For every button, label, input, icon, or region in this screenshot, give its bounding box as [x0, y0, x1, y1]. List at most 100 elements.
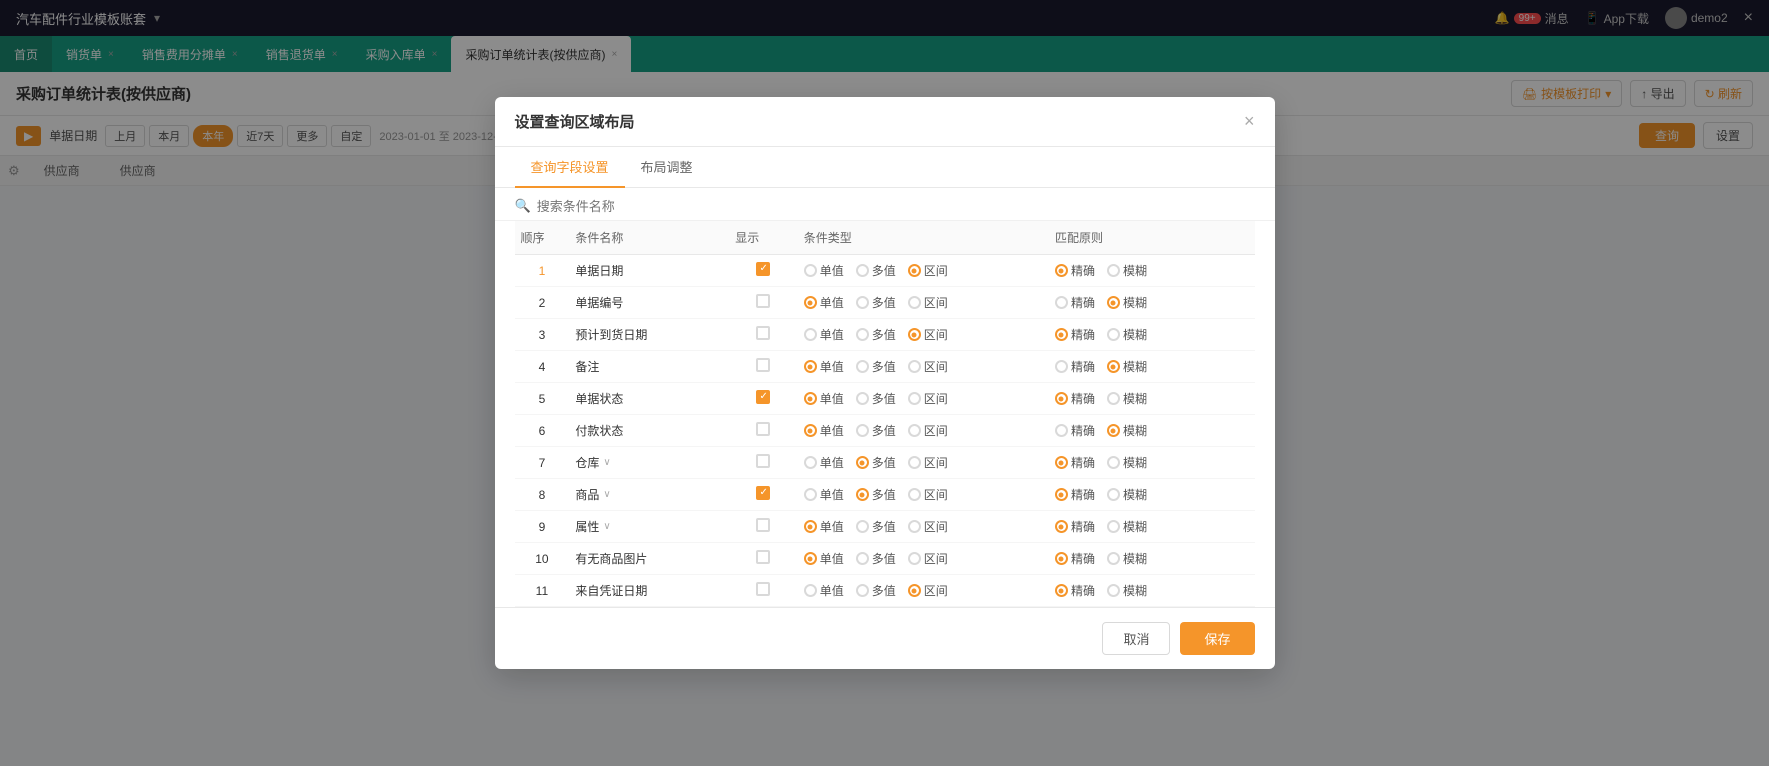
- type-radio-单值[interactable]: 单值: [804, 326, 844, 343]
- display-checkbox[interactable]: [756, 454, 770, 468]
- match-radio-精确[interactable]: 精确: [1055, 518, 1095, 535]
- type-radio-区间[interactable]: 区间: [908, 454, 948, 471]
- type-radio-单值[interactable]: 单值: [804, 262, 844, 279]
- type-radio-多值[interactable]: 多值: [856, 262, 896, 279]
- type-radio-单值[interactable]: 单值: [804, 582, 844, 599]
- type-radio-单值[interactable]: 单值: [804, 550, 844, 567]
- match-radio-精确[interactable]: 精确: [1055, 262, 1095, 279]
- match-radio-模糊[interactable]: 模糊: [1107, 422, 1147, 439]
- type-radio-区间[interactable]: 区间: [908, 422, 948, 439]
- display-checkbox[interactable]: [756, 390, 770, 404]
- type-radio-区间[interactable]: 区间: [908, 582, 948, 599]
- match-radio-精确[interactable]: 精确: [1055, 326, 1095, 343]
- match-radio-模糊[interactable]: 模糊: [1107, 486, 1147, 503]
- row-name: 属性∨: [569, 511, 729, 543]
- display-checkbox[interactable]: [756, 326, 770, 340]
- radio-indicator: [1107, 456, 1120, 469]
- row-order: 7: [515, 447, 570, 479]
- match-radio-精确[interactable]: 精确: [1055, 294, 1095, 311]
- row-match: 精确模糊: [1049, 543, 1255, 575]
- match-radio-模糊[interactable]: 模糊: [1107, 262, 1147, 279]
- match-radio-模糊[interactable]: 模糊: [1107, 550, 1147, 567]
- match-radio-模糊[interactable]: 模糊: [1107, 518, 1147, 535]
- type-radio-单值[interactable]: 单值: [804, 486, 844, 503]
- tab-layout[interactable]: 布局调整: [625, 147, 709, 188]
- type-radio-区间[interactable]: 区间: [908, 390, 948, 407]
- type-radio-单值[interactable]: 单值: [804, 422, 844, 439]
- type-radio-单值[interactable]: 单值: [804, 518, 844, 535]
- match-radio-模糊[interactable]: 模糊: [1107, 294, 1147, 311]
- radio-indicator: [1055, 552, 1068, 565]
- modal-footer: 取消 保存: [495, 607, 1275, 669]
- modal-close-button[interactable]: ×: [1244, 111, 1255, 132]
- type-radio-区间[interactable]: 区间: [908, 326, 948, 343]
- match-radio-精确[interactable]: 精确: [1055, 422, 1095, 439]
- match-radio-模糊[interactable]: 模糊: [1107, 358, 1147, 375]
- radio-indicator: [856, 424, 869, 437]
- type-radio-多值[interactable]: 多值: [856, 294, 896, 311]
- display-checkbox[interactable]: [756, 550, 770, 564]
- table-row: 3预计到货日期单值多值区间精确模糊: [515, 319, 1255, 351]
- row-display: [729, 255, 798, 287]
- display-checkbox[interactable]: [756, 518, 770, 532]
- type-radio-多值[interactable]: 多值: [856, 454, 896, 471]
- type-radio-区间[interactable]: 区间: [908, 294, 948, 311]
- match-radio-精确[interactable]: 精确: [1055, 390, 1095, 407]
- display-checkbox[interactable]: [756, 422, 770, 436]
- chevron-down-icon[interactable]: ∨: [603, 457, 610, 468]
- type-radio-多值[interactable]: 多值: [856, 326, 896, 343]
- match-radio-精确[interactable]: 精确: [1055, 486, 1095, 503]
- radio-indicator: [856, 296, 869, 309]
- type-radio-多值[interactable]: 多值: [856, 390, 896, 407]
- radio-indicator: [1055, 360, 1068, 373]
- type-radio-区间[interactable]: 区间: [908, 550, 948, 567]
- conditions-table-wrap: 顺序 条件名称 显示 条件类型 匹配原则 1单据日期单值多值区间精确模糊2单据编…: [495, 221, 1275, 607]
- match-radio-精确[interactable]: 精确: [1055, 582, 1095, 599]
- type-radio-区间[interactable]: 区间: [908, 486, 948, 503]
- radio-indicator: [856, 264, 869, 277]
- row-order: 10: [515, 543, 570, 575]
- type-radio-单值[interactable]: 单值: [804, 358, 844, 375]
- row-type: 单值多值区间: [798, 447, 1049, 479]
- match-radio-模糊[interactable]: 模糊: [1107, 326, 1147, 343]
- match-radio-模糊[interactable]: 模糊: [1107, 390, 1147, 407]
- row-order: 6: [515, 415, 570, 447]
- row-display: [729, 543, 798, 575]
- radio-indicator: [804, 520, 817, 533]
- display-checkbox[interactable]: [756, 262, 770, 276]
- match-radio-精确[interactable]: 精确: [1055, 550, 1095, 567]
- type-radio-区间[interactable]: 区间: [908, 518, 948, 535]
- search-input[interactable]: [537, 199, 737, 214]
- radio-indicator: [1107, 328, 1120, 341]
- type-radio-多值[interactable]: 多值: [856, 422, 896, 439]
- type-radio-多值[interactable]: 多值: [856, 358, 896, 375]
- cancel-button[interactable]: 取消: [1102, 622, 1170, 655]
- type-radio-多值[interactable]: 多值: [856, 550, 896, 567]
- display-checkbox[interactable]: [756, 582, 770, 596]
- type-radio-多值[interactable]: 多值: [856, 486, 896, 503]
- match-radio-模糊[interactable]: 模糊: [1107, 454, 1147, 471]
- row-name: 仓库∨: [569, 447, 729, 479]
- radio-indicator: [908, 264, 921, 277]
- row-name: 单据状态: [569, 383, 729, 415]
- display-checkbox[interactable]: [756, 486, 770, 500]
- type-radio-多值[interactable]: 多值: [856, 518, 896, 535]
- match-radio-模糊[interactable]: 模糊: [1107, 582, 1147, 599]
- type-radio-单值[interactable]: 单值: [804, 454, 844, 471]
- chevron-down-icon[interactable]: ∨: [603, 489, 610, 500]
- type-radio-单值[interactable]: 单值: [804, 390, 844, 407]
- type-radio-多值[interactable]: 多值: [856, 582, 896, 599]
- type-radio-单值[interactable]: 单值: [804, 294, 844, 311]
- display-checkbox[interactable]: [756, 294, 770, 308]
- conditions-table: 顺序 条件名称 显示 条件类型 匹配原则 1单据日期单值多值区间精确模糊2单据编…: [515, 221, 1255, 607]
- match-radio-精确[interactable]: 精确: [1055, 454, 1095, 471]
- row-display: [729, 383, 798, 415]
- tab-fields[interactable]: 查询字段设置: [515, 147, 625, 188]
- type-radio-区间[interactable]: 区间: [908, 262, 948, 279]
- display-checkbox[interactable]: [756, 358, 770, 372]
- match-radio-精确[interactable]: 精确: [1055, 358, 1095, 375]
- chevron-down-icon[interactable]: ∨: [603, 521, 610, 532]
- type-radio-区间[interactable]: 区间: [908, 358, 948, 375]
- row-name: 来自凭证日期: [569, 575, 729, 607]
- save-button[interactable]: 保存: [1180, 622, 1254, 655]
